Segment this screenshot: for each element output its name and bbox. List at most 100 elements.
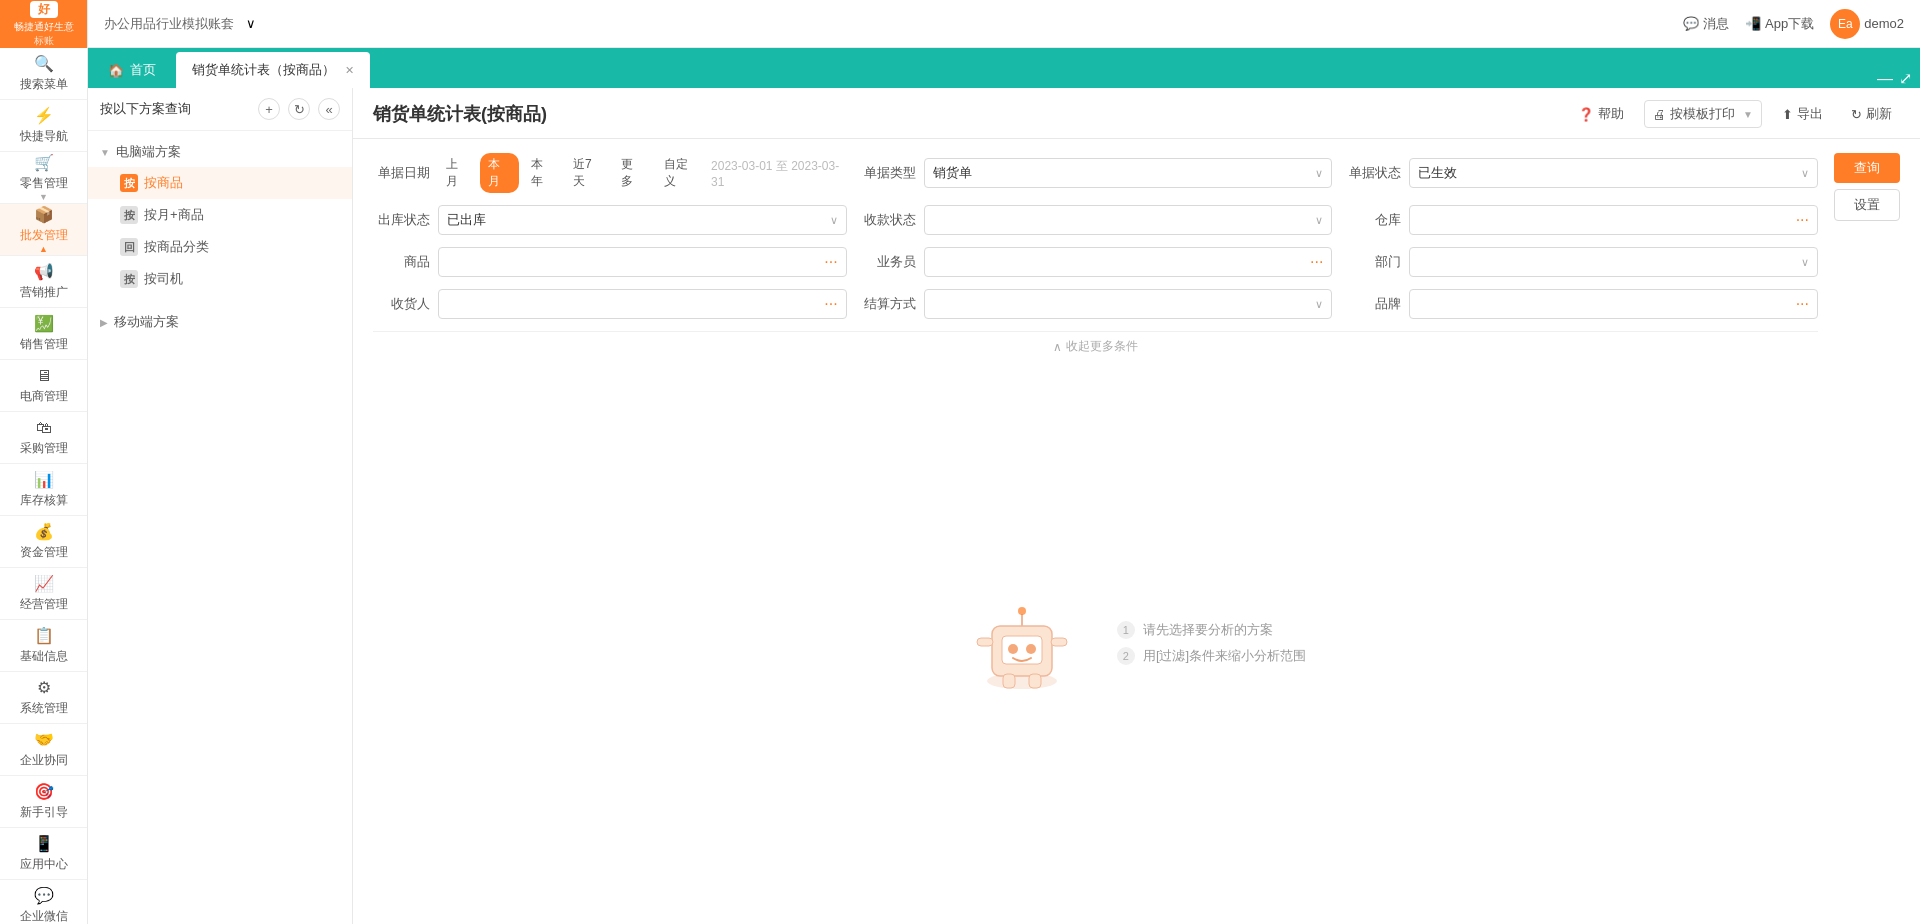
user-profile[interactable]: Ea demo2 — [1830, 9, 1904, 39]
refresh-label: 刷新 — [1866, 105, 1892, 123]
setting-button[interactable]: 设置 — [1834, 189, 1900, 221]
retail-expand-icon: ▼ — [39, 192, 48, 202]
date-shortcut-more[interactable]: 更多 — [613, 153, 651, 193]
date-shortcut-custom[interactable]: 自定义 — [656, 153, 705, 193]
mobile-section-header[interactable]: ▶ 移动端方案 — [88, 307, 352, 337]
sidebar-item-retail-label: 零售管理 — [20, 175, 68, 192]
department-select[interactable]: ∨ — [1409, 247, 1818, 277]
sidebar-item-newcomer[interactable]: 🎯 新手引导 — [0, 776, 87, 828]
help-icon: ❓ — [1578, 107, 1594, 122]
sidebar-item-purchase-label: 采购管理 — [20, 440, 68, 457]
svg-rect-2 — [1002, 636, 1042, 664]
sidebar-item-finance[interactable]: 💰 资金管理 — [0, 516, 87, 568]
app-download-btn[interactable]: 📲 App下载 — [1745, 15, 1814, 33]
brand-control: ··· — [1409, 289, 1818, 319]
help-btn[interactable]: ❓ 帮助 — [1570, 101, 1632, 127]
tab-home[interactable]: 🏠 首页 — [92, 52, 172, 88]
logo-icon: 好 — [30, 1, 58, 18]
template-print-btn[interactable]: 🖨 按模板打印 ▼ — [1644, 100, 1762, 128]
sidebar-item-inventory[interactable]: 📊 库存核算 — [0, 464, 87, 516]
sidebar-item-enterprise-wechat[interactable]: 💬 企业微信 — [0, 880, 87, 924]
salesperson-ellipsis[interactable]: ··· — [1310, 253, 1323, 271]
sidebar-item-enterprise-collab-label: 企业协同 — [20, 752, 68, 769]
message-btn[interactable]: 💬 消息 — [1683, 15, 1729, 33]
sidebar-item-wholesale[interactable]: 📦 批发管理 ▲ — [0, 204, 87, 256]
doc-status-value: 已生效 — [1418, 164, 1457, 182]
export-btn[interactable]: ⬆ 导出 — [1774, 101, 1831, 127]
by-product-category-icon: 回 — [120, 238, 138, 256]
sidebar-item-enterprise-wechat-label: 企业微信 — [20, 908, 68, 924]
out-status-select[interactable]: 已出库 ∨ — [438, 205, 847, 235]
sidebar-item-marketing[interactable]: 📢 营销推广 — [0, 256, 87, 308]
tab-maximize-icon[interactable]: ⤢ — [1899, 69, 1912, 88]
brand-ellipsis[interactable]: ··· — [1796, 295, 1809, 313]
sidebar-item-app-center[interactable]: 📱 应用中心 — [0, 828, 87, 880]
tab-sales-stat[interactable]: 销货单统计表（按商品） ✕ — [176, 52, 370, 88]
add-scheme-btn[interactable]: + — [258, 98, 280, 120]
scheme-by-salesperson[interactable]: 按 按司机 — [88, 263, 352, 295]
sidebar-item-quick-nav[interactable]: ⚡ 快捷导航 — [0, 100, 87, 152]
product-label: 商品 — [373, 253, 438, 271]
doc-type-chevron: ∨ — [1315, 167, 1323, 180]
sidebar-item-search-menu[interactable]: 🔍 搜索菜单 — [0, 48, 87, 100]
warehouse-ellipsis[interactable]: ··· — [1796, 211, 1809, 229]
filter-row-4: 收货人 ··· 结算方式 — [373, 289, 1818, 319]
out-status-chevron: ∨ — [830, 214, 838, 227]
sidebar-item-ecommerce[interactable]: 🖥 电商管理 — [0, 360, 87, 412]
right-panel: 销货单统计表(按商品) ❓ 帮助 🖨 按模板打印 ▼ ⬆ 导出 — [353, 88, 1920, 924]
sidebar-item-sales[interactable]: 💹 销售管理 — [0, 308, 87, 360]
pc-section: ▼ 电脑端方案 按 按商品 按 按月+商品 回 — [88, 131, 352, 301]
refresh-scheme-btn[interactable]: ↻ — [288, 98, 310, 120]
left-panel: 按以下方案查询 + ↻ « ▼ 电脑端方案 — [88, 88, 353, 924]
warehouse-control: ··· — [1409, 205, 1818, 235]
scheme-by-month-product[interactable]: 按 按月+商品 — [88, 199, 352, 231]
sidebar-item-retail[interactable]: 🛒 零售管理 ▼ — [0, 152, 87, 204]
filter-cell-receiver: 收货人 ··· — [373, 289, 847, 319]
collapse-panel-btn[interactable]: « — [318, 98, 340, 120]
receiver-input[interactable]: ··· — [438, 289, 847, 319]
salesperson-input[interactable]: ··· — [924, 247, 1333, 277]
doc-type-select[interactable]: 销货单 ∨ — [924, 158, 1333, 188]
svg-rect-10 — [1029, 674, 1041, 688]
tab-close-icon[interactable]: ✕ — [345, 64, 354, 77]
brand-input[interactable]: ··· — [1409, 289, 1818, 319]
sidebar-item-operations[interactable]: 📈 经营管理 — [0, 568, 87, 620]
pc-section-header[interactable]: ▼ 电脑端方案 — [88, 137, 352, 167]
search-menu-icon: 🔍 — [34, 54, 54, 73]
warehouse-input[interactable]: ··· — [1409, 205, 1818, 235]
title-actions: ❓ 帮助 🖨 按模板打印 ▼ ⬆ 导出 ↻ 刷新 — [1570, 100, 1900, 128]
sidebar-item-enterprise-collab[interactable]: 🤝 企业协同 — [0, 724, 87, 776]
filter-cell-doc-type: 单据类型 销货单 ∨ — [859, 158, 1333, 188]
scheme-by-product-category[interactable]: 回 按商品分类 — [88, 231, 352, 263]
date-shortcut-this-year[interactable]: 本年 — [523, 153, 561, 193]
refresh-btn[interactable]: ↻ 刷新 — [1843, 101, 1900, 127]
panel-title: 按以下方案查询 — [100, 100, 191, 118]
sidebar-item-ecommerce-label: 电商管理 — [20, 388, 68, 405]
tab-home-label: 首页 — [130, 61, 156, 79]
date-shortcut-7days[interactable]: 近7天 — [565, 153, 610, 193]
scheme-by-product[interactable]: 按 按商品 — [88, 167, 352, 199]
sidebar-item-system[interactable]: ⚙ 系统管理 — [0, 672, 87, 724]
sidebar-item-basic[interactable]: 📋 基础信息 — [0, 620, 87, 672]
sidebar-item-purchase[interactable]: 🛍 采购管理 — [0, 412, 87, 464]
receiver-ellipsis[interactable]: ··· — [824, 295, 837, 313]
product-ellipsis[interactable]: ··· — [824, 253, 837, 271]
svg-point-3 — [1008, 644, 1018, 654]
salesperson-label: 业务员 — [859, 253, 924, 271]
date-shortcut-last-month[interactable]: 上月 — [438, 153, 476, 193]
tab-minimize-icon[interactable]: — — [1877, 70, 1893, 88]
doc-status-select[interactable]: 已生效 ∨ — [1409, 158, 1818, 188]
date-shortcut-this-month[interactable]: 本月 — [480, 153, 518, 193]
export-icon: ⬆ — [1782, 107, 1793, 122]
tab-actions: — ⤢ — [1877, 69, 1920, 88]
payment-status-select[interactable]: ∨ — [924, 205, 1333, 235]
query-button[interactable]: 查询 — [1834, 153, 1900, 183]
filter-cell-product: 商品 ··· — [373, 247, 847, 277]
panel-header: 按以下方案查询 + ↻ « — [88, 88, 352, 131]
template-print-label: 按模板打印 — [1670, 105, 1735, 123]
settlement-select[interactable]: ∨ — [924, 289, 1333, 319]
warehouse-label: 仓库 — [1344, 211, 1409, 229]
purchase-icon: 🛍 — [36, 419, 52, 437]
collapse-bar[interactable]: ∧ 收起更多条件 — [373, 331, 1818, 361]
product-input[interactable]: ··· — [438, 247, 847, 277]
